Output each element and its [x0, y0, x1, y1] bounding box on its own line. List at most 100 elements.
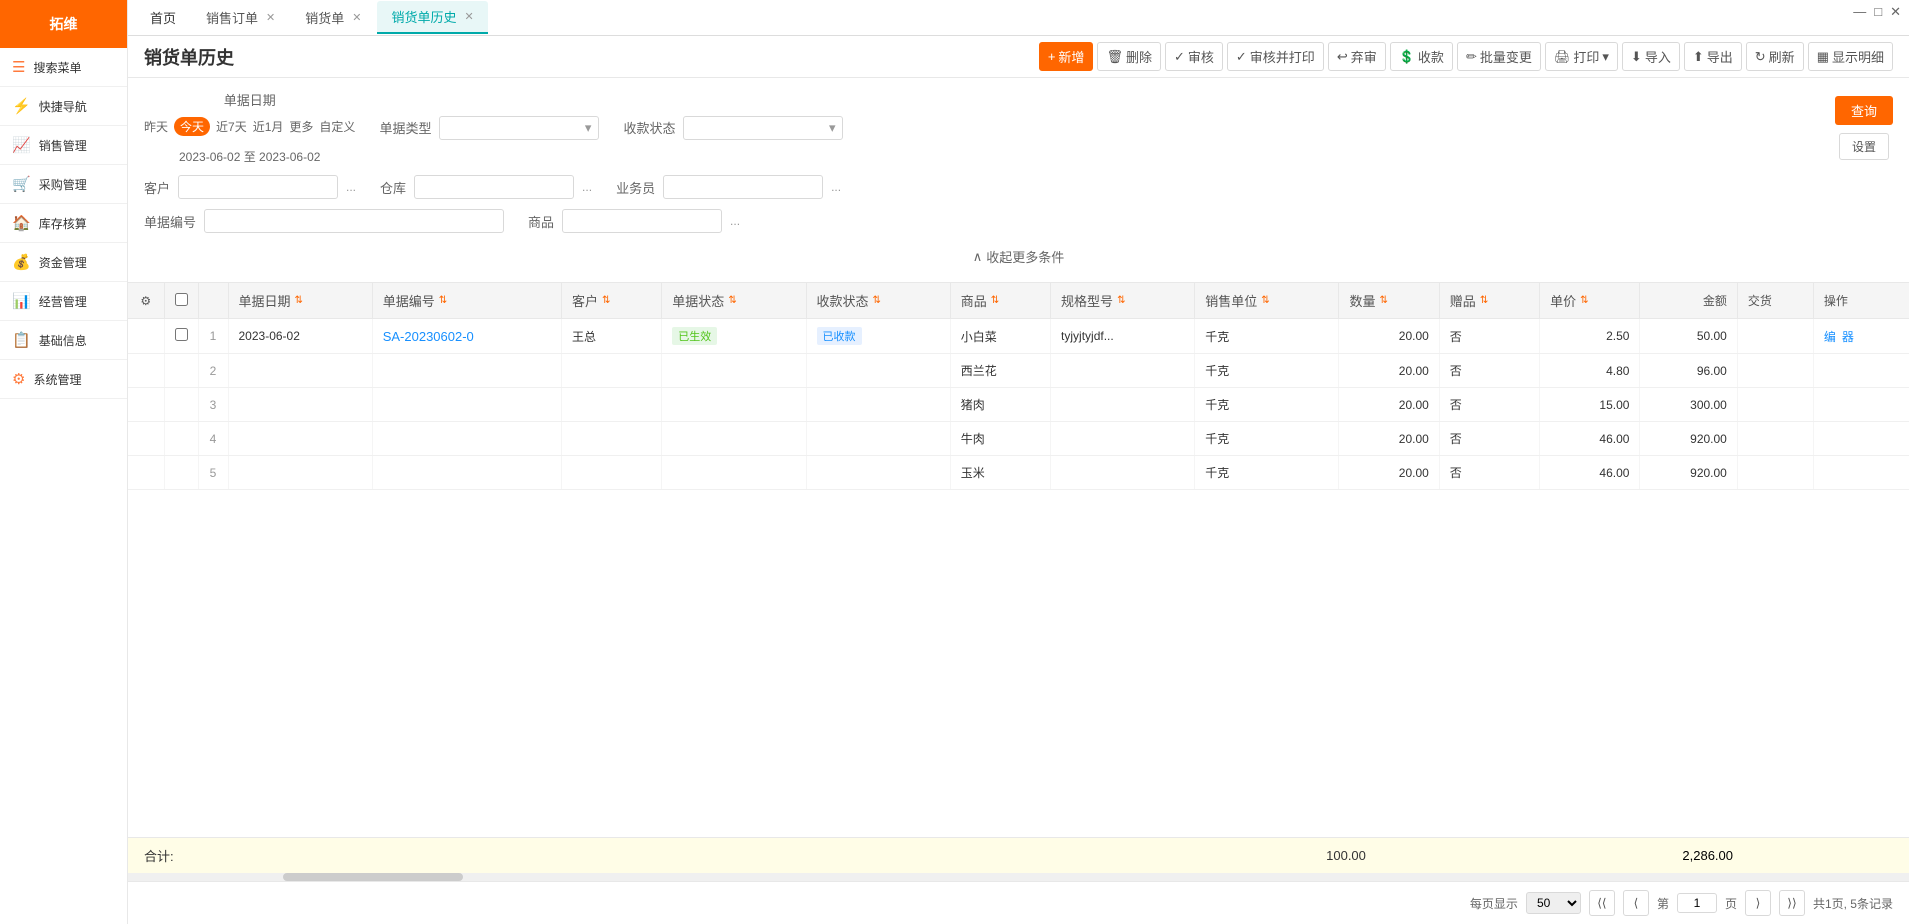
sidebar-item-sales-mgmt[interactable]: 📈 销售管理: [0, 126, 127, 165]
row-pay-status: [806, 354, 950, 388]
row-checkbox[interactable]: [175, 328, 188, 341]
th-price[interactable]: 单价 ⇅: [1540, 283, 1640, 319]
audit-button[interactable]: ✓ 审核: [1165, 42, 1223, 71]
collapse-button[interactable]: ∧ 收起更多条件: [973, 243, 1065, 270]
prev-page-button[interactable]: ⟨: [1623, 890, 1649, 916]
sidebar-item-quick-nav[interactable]: ⚡ 快捷导航: [0, 87, 127, 126]
show-detail-button[interactable]: ▦ 显示明细: [1808, 42, 1893, 71]
sort-icon: ⇅: [728, 295, 736, 306]
shortcut-custom[interactable]: 自定义: [319, 118, 355, 135]
th-goods[interactable]: 商品 ⇅: [950, 283, 1050, 319]
current-page-input[interactable]: [1677, 893, 1717, 913]
row-customer: 王总: [561, 319, 661, 354]
th-doc-status[interactable]: 单据状态 ⇅: [662, 283, 806, 319]
shortcut-yesterday[interactable]: 昨天: [144, 118, 168, 135]
close-icon[interactable]: ✕: [352, 11, 361, 24]
delete-button[interactable]: 🗑 删除: [1097, 42, 1161, 71]
goods-input[interactable]: [562, 209, 722, 233]
th-gear[interactable]: ⚙: [128, 283, 164, 319]
set-button[interactable]: 设置: [1839, 133, 1889, 160]
pay-status-select[interactable]: [683, 116, 843, 140]
import-button[interactable]: ⬇ 导入: [1622, 42, 1680, 71]
import-label: 导入: [1645, 47, 1671, 66]
warehouse-filter-group: 仓库 ...: [380, 175, 592, 199]
sidebar-item-basic-info[interactable]: 📋 基础信息: [0, 321, 127, 360]
tab-sales-goods[interactable]: 销货单 ✕: [291, 2, 375, 33]
new-button[interactable]: + 新增: [1039, 42, 1094, 71]
th-gift[interactable]: 赠品 ⇅: [1439, 283, 1539, 319]
goods-ellipsis[interactable]: ...: [730, 214, 740, 228]
doc-type-select[interactable]: [439, 116, 599, 140]
export-button[interactable]: ⬆ 导出: [1684, 42, 1742, 71]
total-info: 共1页, 5条记录: [1813, 895, 1893, 912]
per-page-select[interactable]: 50 100 200: [1526, 892, 1581, 914]
row-gear: [128, 456, 164, 490]
th-qty[interactable]: 数量 ⇅: [1339, 283, 1439, 319]
doc-no-input[interactable]: [204, 209, 504, 233]
th-pay-status[interactable]: 收款状态 ⇅: [806, 283, 950, 319]
warehouse-input[interactable]: [414, 175, 574, 199]
salesman-input[interactable]: [663, 175, 823, 199]
th-customer[interactable]: 客户 ⇅: [561, 283, 661, 319]
collect-button[interactable]: 💲 收款: [1390, 42, 1453, 71]
th-unit[interactable]: 销售单位 ⇅: [1195, 283, 1339, 319]
pay-status-badge: 已收款: [817, 327, 862, 345]
scrollbar-area[interactable]: [128, 873, 1909, 881]
tab-sales-order[interactable]: 销售订单 ✕: [192, 2, 289, 33]
sidebar-item-search-menu[interactable]: ☰ 搜索菜单: [0, 48, 127, 87]
th-doc-no[interactable]: 单据编号 ⇅: [372, 283, 561, 319]
more-link[interactable]: 器: [1842, 330, 1854, 344]
batch-change-button[interactable]: ✏ 批量变更: [1457, 42, 1541, 71]
sidebar-item-label: 采购管理: [39, 176, 87, 193]
sort-icon: ⇅: [1580, 295, 1588, 306]
print-button[interactable]: 🖨 打印 ▾: [1545, 42, 1618, 71]
row-gear: [128, 422, 164, 456]
salesman-ellipsis[interactable]: ...: [831, 180, 841, 194]
edit-link[interactable]: 编: [1824, 330, 1836, 344]
next-page-button[interactable]: ⟩: [1745, 890, 1771, 916]
tab-home[interactable]: 首页: [136, 2, 190, 33]
sidebar-item-sys-mgmt[interactable]: ⚙ 系统管理: [0, 360, 127, 399]
sidebar-item-inventory-calc[interactable]: 🏠 库存核算: [0, 204, 127, 243]
warehouse-ellipsis[interactable]: ...: [582, 180, 592, 194]
customer-input[interactable]: [178, 175, 338, 199]
refresh-button[interactable]: ↻ 刷新: [1746, 42, 1804, 71]
abandon-button[interactable]: ↩ 弃审: [1328, 42, 1386, 71]
doc-no-filter-group: 单据编号: [144, 209, 504, 233]
select-all-checkbox[interactable]: [175, 293, 188, 306]
table-row: 5 玉米 千克 20.00 否 46.00 920.00: [128, 456, 1909, 490]
maximize-button[interactable]: □: [1874, 4, 1882, 20]
sidebar-item-label: 资金管理: [39, 254, 87, 271]
close-window-button[interactable]: ✕: [1890, 4, 1901, 20]
tab-sales-history[interactable]: 销货单历史 ✕: [377, 1, 487, 34]
th-doc-date[interactable]: 单据日期 ⇅: [228, 283, 372, 319]
shortcut-1month[interactable]: 近1月: [253, 118, 284, 135]
last-page-button[interactable]: ⟩⟩: [1779, 890, 1805, 916]
query-button[interactable]: 查询: [1835, 96, 1893, 125]
row-unit: 千克: [1195, 456, 1339, 490]
audit-print-button[interactable]: ✓ 审核并打印: [1227, 42, 1324, 71]
doc-no-link[interactable]: SA-20230602-0: [383, 329, 474, 344]
sys-icon: ⚙: [12, 370, 25, 388]
customer-ellipsis[interactable]: ...: [346, 180, 356, 194]
minimize-button[interactable]: —: [1853, 4, 1866, 20]
total-qty: 100.00: [1326, 848, 1366, 863]
close-icon[interactable]: ✕: [465, 10, 474, 23]
close-icon[interactable]: ✕: [266, 11, 275, 24]
shortcut-7days[interactable]: 近7天: [216, 118, 247, 135]
row-gear: [128, 319, 164, 354]
row-doc-date: [228, 388, 372, 422]
sidebar-item-purchase-mgmt[interactable]: 🛒 采购管理: [0, 165, 127, 204]
sidebar-item-ops-mgmt[interactable]: 📊 经营管理: [0, 282, 127, 321]
table-area: ⚙ 单据日期 ⇅ 单据编号 ⇅: [128, 283, 1909, 837]
scrollbar-thumb[interactable]: [283, 873, 463, 881]
pay-status-label: 收款状态: [623, 118, 675, 137]
total-label: 合计:: [144, 846, 174, 865]
shortcut-today[interactable]: 今天: [174, 117, 210, 136]
th-spec[interactable]: 规格型号 ⇅: [1051, 283, 1195, 319]
row-customer: [561, 354, 661, 388]
doc-no-label: 单据编号: [144, 212, 196, 231]
first-page-button[interactable]: ⟨⟨: [1589, 890, 1615, 916]
sidebar-item-finance-mgmt[interactable]: 💰 资金管理: [0, 243, 127, 282]
shortcut-more[interactable]: 更多: [289, 118, 313, 135]
